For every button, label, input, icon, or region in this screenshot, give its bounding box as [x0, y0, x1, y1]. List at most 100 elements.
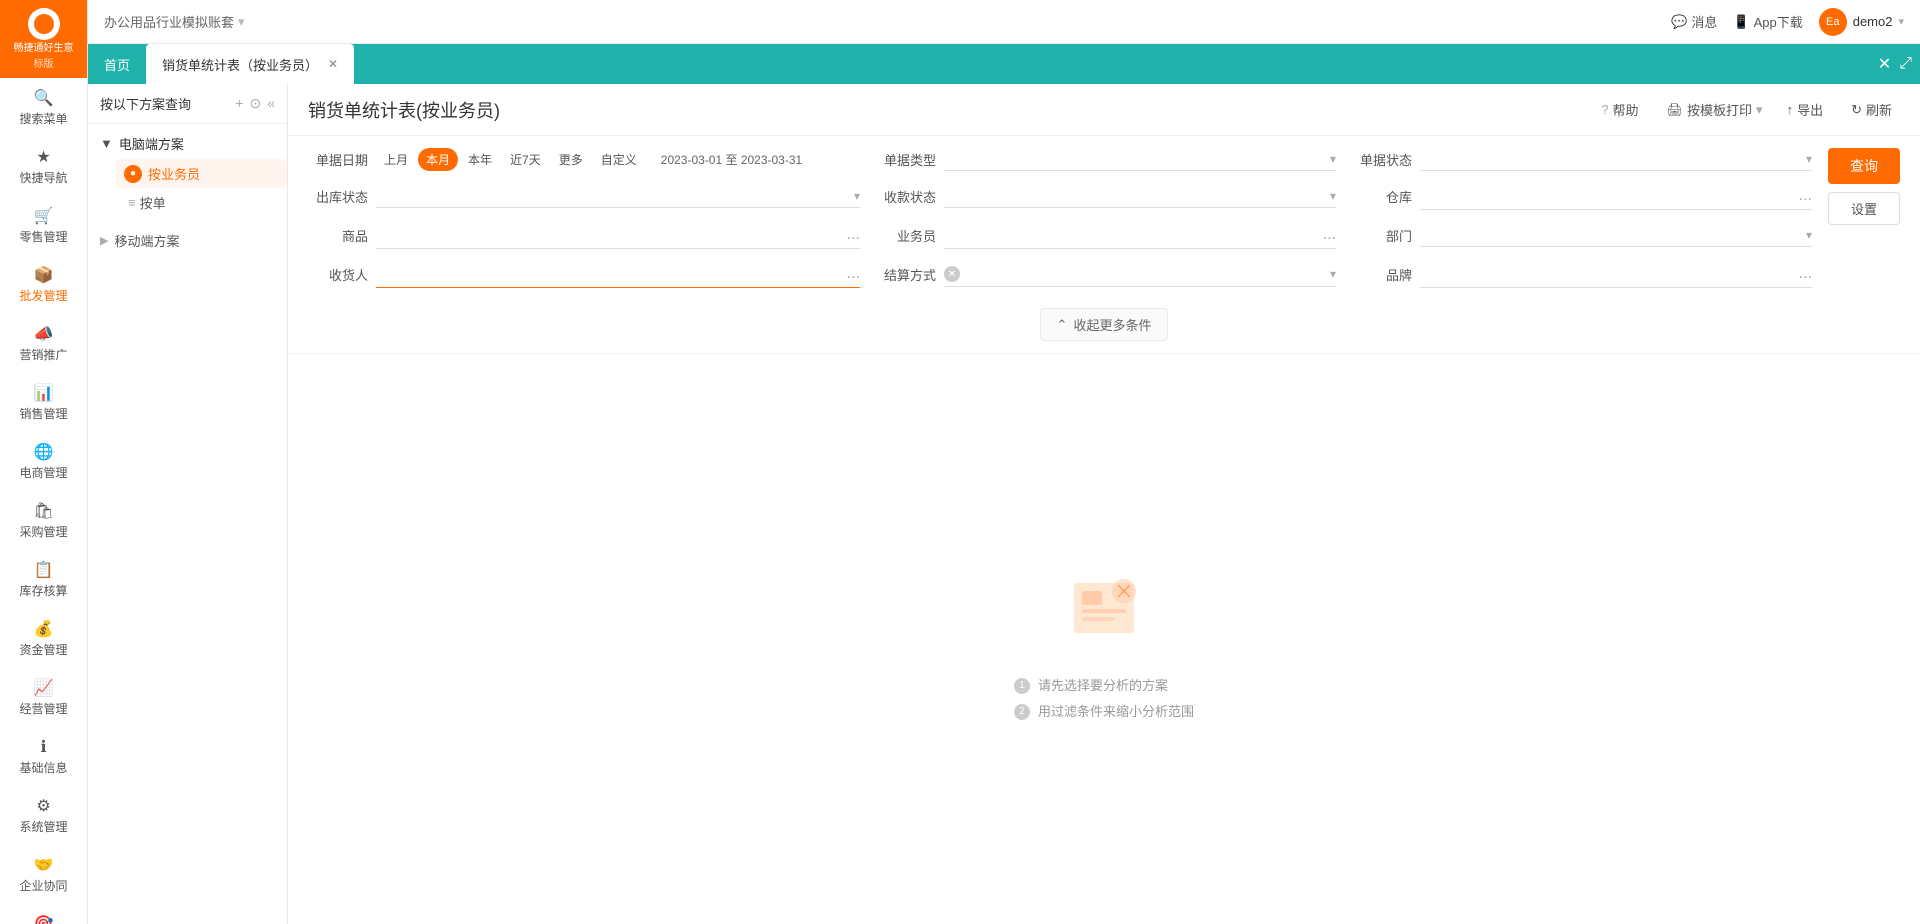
collapse-panel-icon[interactable]: «: [267, 95, 275, 112]
sidebar-item-inventory[interactable]: 📋 库存核算: [0, 550, 87, 609]
salesperson-input[interactable]: ...: [944, 222, 1336, 249]
tab-close-all-icon[interactable]: ✕: [1878, 54, 1891, 74]
page-title: 销货单统计表(按业务员): [308, 97, 500, 123]
date-btn-last-month[interactable]: 上月: [376, 148, 416, 171]
out-status-label: 出库状态: [308, 187, 368, 206]
enterprise-icon: 🤝: [4, 855, 83, 875]
inventory-icon: 📋: [4, 560, 83, 580]
app-version: 标版: [34, 55, 54, 70]
tab-home-label: 首页: [104, 55, 130, 74]
app-download-button[interactable]: 📱 App下载: [1733, 12, 1802, 31]
sidebar-item-ecommerce[interactable]: 🌐 电商管理: [0, 432, 87, 491]
refresh-label: 刷新: [1866, 100, 1892, 119]
panel-title: 按以下方案查询: [100, 94, 191, 113]
avatar: Ea: [1819, 8, 1847, 36]
settlement-input[interactable]: ✕ ▾: [944, 262, 1336, 287]
sidebar-item-enterprise[interactable]: 🤝 企业协同: [0, 845, 87, 904]
date-btn-this-month[interactable]: 本月: [418, 148, 458, 171]
main-area: 办公用品行业模拟账套 ▾ 💬 消息 📱 App下载 Ea demo2 ▾ 首: [88, 0, 1920, 924]
print-button[interactable]: 🖨 按模板打印 ▾: [1659, 96, 1767, 123]
date-btn-this-year[interactable]: 本年: [460, 148, 500, 171]
query-button[interactable]: 查询: [1828, 148, 1900, 184]
tab-expand-icon[interactable]: ⤢: [1899, 55, 1912, 73]
tabbar-controls: ✕ ⤢: [1878, 54, 1920, 74]
tree-mobile-section[interactable]: ▶ 移动端方案: [88, 225, 287, 256]
wholesale-icon: 📦: [4, 265, 83, 285]
settlement-clear-icon[interactable]: ✕: [944, 266, 960, 282]
receipt-status-input[interactable]: ▾: [944, 185, 1336, 208]
sidebar-item-basic-info[interactable]: ℹ 基础信息: [0, 727, 87, 786]
tab-home[interactable]: 首页: [88, 44, 146, 84]
by-order-icon: ≡: [128, 195, 136, 210]
sidebar-label-sales: 销售管理: [4, 405, 83, 422]
refresh-icon: ↻: [1851, 102, 1862, 118]
help-button[interactable]: ? 帮助: [1593, 96, 1646, 123]
logo-circle: [28, 8, 60, 40]
date-btn-custom[interactable]: 自定义: [593, 148, 645, 171]
tree-desktop-section[interactable]: ▼ 电脑端方案: [88, 128, 287, 159]
add-scheme-icon[interactable]: +: [235, 95, 243, 112]
message-button[interactable]: 💬 消息: [1671, 12, 1717, 31]
sidebar-item-finance[interactable]: 💰 资金管理: [0, 609, 87, 668]
out-status-input[interactable]: ▾: [376, 185, 860, 208]
export-button[interactable]: ↑ 导出: [1779, 96, 1832, 123]
warehouse-dots-icon[interactable]: ...: [1799, 187, 1812, 205]
basicinfo-icon: ℹ: [4, 737, 83, 757]
doc-status-chevron-icon: ▾: [1806, 152, 1812, 166]
sidebar-item-sales[interactable]: 📊 销售管理: [0, 373, 87, 432]
settings-button[interactable]: 设置: [1828, 192, 1900, 225]
warehouse-label: 仓库: [1352, 187, 1412, 206]
doc-status-input[interactable]: ▾: [1420, 148, 1812, 171]
sidebar-label-quick-nav: 快捷导航: [4, 169, 83, 186]
sidebar-item-system[interactable]: ⚙ 系统管理: [0, 786, 87, 845]
sidebar-label-finance: 资金管理: [4, 641, 83, 658]
tree-mobile-arrow: ▶: [100, 234, 108, 247]
department-input[interactable]: ▾: [1420, 224, 1812, 247]
filter-area: 单据日期 上月 本月 本年 近7天 更多 自定义 2023-03-01 至 20…: [288, 136, 1920, 354]
brand-input[interactable]: ...: [1420, 261, 1812, 288]
marketing-icon: 📣: [4, 324, 83, 344]
salesperson-dots-icon[interactable]: ...: [1323, 226, 1336, 244]
sidebar-item-purchase[interactable]: 🛍 采购管理: [0, 491, 87, 550]
date-btn-last-7[interactable]: 近7天: [502, 148, 549, 171]
salesperson-label: 业务员: [876, 226, 936, 245]
sidebar-item-marketing[interactable]: 📣 营销推广: [0, 314, 87, 373]
topbar-right: 💬 消息 📱 App下载 Ea demo2 ▾: [1671, 8, 1904, 36]
warehouse-input[interactable]: ...: [1420, 183, 1812, 210]
settlement-label: 结算方式: [876, 265, 936, 284]
goods-dots-icon[interactable]: ...: [847, 226, 860, 244]
receiver-input[interactable]: ...: [376, 261, 860, 288]
filter-row-3: 商品 ... 业务员 ...: [308, 222, 1812, 249]
tab-sales-stat[interactable]: 销货单统计表（按业务员） ✕: [146, 44, 354, 84]
doc-type-input[interactable]: ▾: [944, 148, 1336, 171]
sidebar-item-quick-nav[interactable]: ★ 快捷导航: [0, 137, 87, 196]
export-label: 导出: [1797, 100, 1823, 119]
sidebar-item-retail[interactable]: 🛒 零售管理: [0, 196, 87, 255]
sidebar-item-search[interactable]: 🔍 搜索菜单: [0, 78, 87, 137]
collapse-button[interactable]: ⌃ 收起更多条件: [1040, 308, 1169, 341]
goods-input[interactable]: ...: [376, 222, 860, 249]
chevron-down-icon[interactable]: ▾: [238, 14, 245, 30]
tree-node-salesperson[interactable]: ● 按业务员: [116, 159, 287, 188]
user-chevron-icon: ▾: [1898, 15, 1904, 28]
receiver-dots-icon[interactable]: ...: [847, 265, 860, 283]
date-btn-more[interactable]: 更多: [551, 148, 591, 171]
edit-scheme-icon[interactable]: ⊙: [249, 95, 261, 112]
out-status-chevron-icon: ▾: [854, 189, 860, 203]
tab-close-icon[interactable]: ✕: [328, 57, 338, 71]
refresh-button[interactable]: ↻ 刷新: [1843, 96, 1900, 123]
sidebar-label-inventory: 库存核算: [4, 582, 83, 599]
sidebar-item-wholesale[interactable]: 📦 批发管理: [0, 255, 87, 314]
tab-sales-stat-label: 销货单统计表（按业务员）: [162, 55, 318, 74]
tree-node-by-order[interactable]: ≡ 按单: [88, 188, 287, 217]
tree-child-salesperson: ● 按业务员: [88, 159, 287, 188]
sidebar-item-operations[interactable]: 📈 经营管理: [0, 668, 87, 727]
brand-label: 品牌: [1352, 265, 1412, 284]
ecommerce-icon: 🌐: [4, 442, 83, 462]
brand-dots-icon[interactable]: ...: [1799, 265, 1812, 283]
finance-icon: 💰: [4, 619, 83, 639]
query-btn-group: 查询 设置: [1828, 148, 1900, 225]
app-logo[interactable]: 畅捷通好生意 标版: [0, 0, 87, 78]
user-profile[interactable]: Ea demo2 ▾: [1819, 8, 1904, 36]
sidebar-item-newbie[interactable]: 🎯 新手引导: [0, 904, 87, 924]
